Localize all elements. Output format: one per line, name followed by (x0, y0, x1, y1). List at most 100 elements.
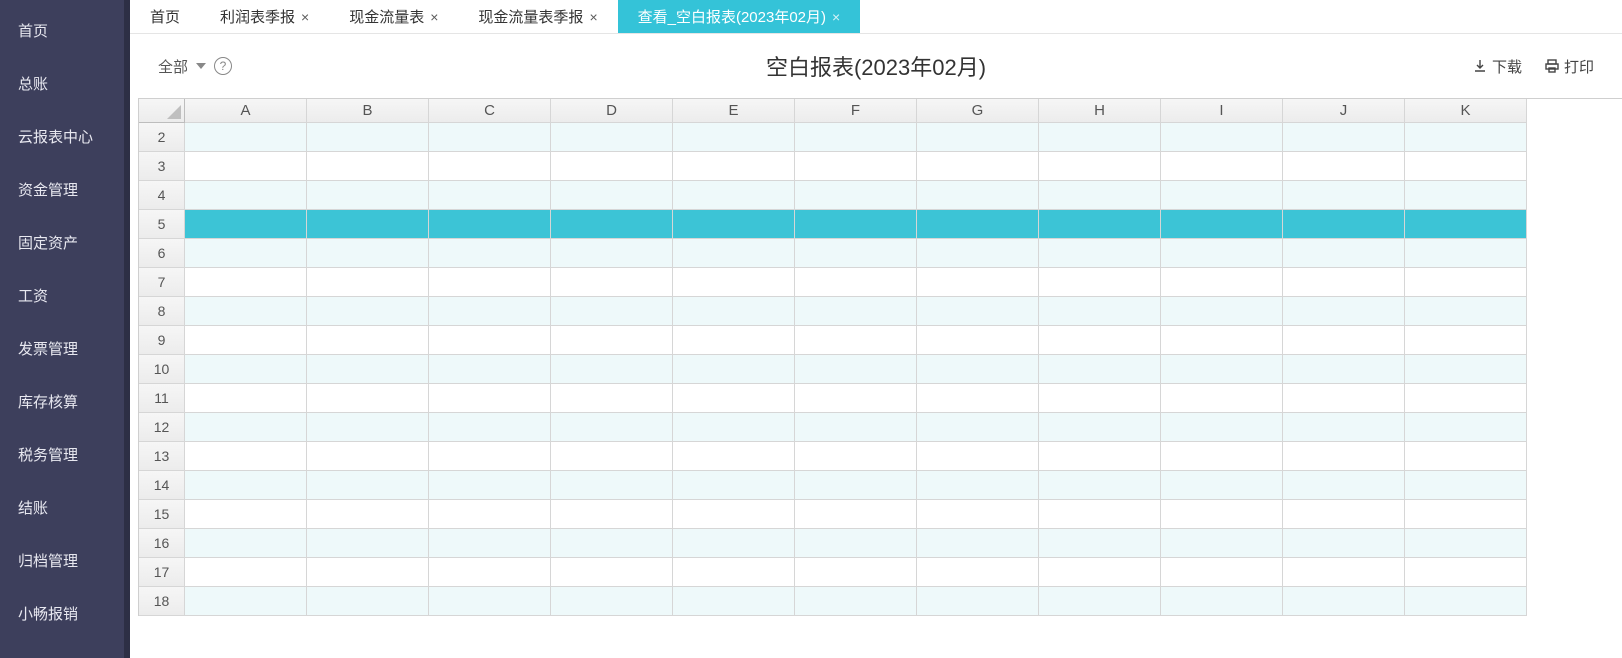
cell[interactable] (185, 123, 307, 152)
row-header[interactable]: 11 (139, 384, 185, 413)
cell[interactable] (307, 152, 429, 181)
cell[interactable] (673, 355, 795, 384)
cell[interactable] (1161, 181, 1283, 210)
cell[interactable] (1405, 210, 1527, 239)
sidebar-item[interactable]: 总账 (0, 57, 130, 110)
cell[interactable] (795, 326, 917, 355)
cell[interactable] (1405, 529, 1527, 558)
cell[interactable] (795, 268, 917, 297)
cell[interactable] (1283, 442, 1405, 471)
cell[interactable] (1039, 587, 1161, 616)
close-icon[interactable]: × (589, 9, 597, 25)
column-header[interactable]: J (1283, 99, 1405, 123)
cell[interactable] (1161, 384, 1283, 413)
cell[interactable] (1161, 152, 1283, 181)
sidebar-item[interactable]: 税务管理 (0, 428, 130, 481)
cell[interactable] (429, 181, 551, 210)
cell[interactable] (307, 471, 429, 500)
cell[interactable] (1039, 123, 1161, 152)
cell[interactable] (551, 210, 673, 239)
cell[interactable] (795, 413, 917, 442)
cell[interactable] (429, 123, 551, 152)
cell[interactable] (1405, 355, 1527, 384)
cell[interactable] (185, 268, 307, 297)
cell[interactable] (795, 587, 917, 616)
cell[interactable] (307, 558, 429, 587)
cell[interactable] (551, 123, 673, 152)
cell[interactable] (1405, 500, 1527, 529)
cell[interactable] (1283, 558, 1405, 587)
cell[interactable] (1161, 297, 1283, 326)
sidebar-item[interactable]: 工资 (0, 269, 130, 322)
cell[interactable] (551, 152, 673, 181)
cell[interactable] (1405, 268, 1527, 297)
cell[interactable] (429, 355, 551, 384)
cell[interactable] (795, 210, 917, 239)
cell[interactable] (795, 384, 917, 413)
cell[interactable] (307, 268, 429, 297)
cell[interactable] (1405, 297, 1527, 326)
cell[interactable] (1405, 558, 1527, 587)
cell[interactable] (673, 123, 795, 152)
cell[interactable] (917, 268, 1039, 297)
cell[interactable] (1039, 355, 1161, 384)
cell[interactable] (429, 442, 551, 471)
cell[interactable] (673, 152, 795, 181)
cell[interactable] (917, 442, 1039, 471)
cell[interactable] (1283, 413, 1405, 442)
tab[interactable]: 现金流量表季报× (458, 0, 617, 33)
cell[interactable] (917, 413, 1039, 442)
cell[interactable] (307, 355, 429, 384)
cell[interactable] (1039, 152, 1161, 181)
sidebar-item[interactable]: 归档管理 (0, 534, 130, 587)
cell[interactable] (551, 239, 673, 268)
cell[interactable] (1283, 152, 1405, 181)
close-icon[interactable]: × (832, 9, 840, 25)
column-header[interactable]: K (1405, 99, 1527, 123)
cell[interactable] (673, 239, 795, 268)
row-header[interactable]: 14 (139, 471, 185, 500)
cell[interactable] (917, 471, 1039, 500)
cell[interactable] (917, 587, 1039, 616)
cell[interactable] (1283, 210, 1405, 239)
cell[interactable] (185, 442, 307, 471)
cell[interactable] (1405, 413, 1527, 442)
cell[interactable] (673, 268, 795, 297)
cell[interactable] (185, 326, 307, 355)
cell[interactable] (917, 123, 1039, 152)
print-button[interactable]: 打印 (1544, 56, 1594, 77)
cell[interactable] (1161, 558, 1283, 587)
cell[interactable] (307, 326, 429, 355)
cell[interactable] (429, 152, 551, 181)
cell[interactable] (1039, 297, 1161, 326)
cell[interactable] (795, 558, 917, 587)
cell[interactable] (1405, 471, 1527, 500)
column-header[interactable]: F (795, 99, 917, 123)
tab[interactable]: 查看_空白报表(2023年02月)× (618, 0, 861, 33)
cell[interactable] (1161, 529, 1283, 558)
cell[interactable] (307, 239, 429, 268)
cell[interactable] (1161, 123, 1283, 152)
cell[interactable] (795, 442, 917, 471)
cell[interactable] (551, 355, 673, 384)
cell[interactable] (673, 587, 795, 616)
cell[interactable] (307, 413, 429, 442)
cell[interactable] (551, 326, 673, 355)
cell[interactable] (551, 442, 673, 471)
cell[interactable] (1039, 268, 1161, 297)
cell[interactable] (551, 529, 673, 558)
close-icon[interactable]: × (301, 9, 309, 25)
close-icon[interactable]: × (430, 9, 438, 25)
cell[interactable] (429, 500, 551, 529)
cell[interactable] (429, 529, 551, 558)
cell[interactable] (1283, 123, 1405, 152)
cell[interactable] (185, 181, 307, 210)
cell[interactable] (1405, 239, 1527, 268)
cell[interactable] (673, 297, 795, 326)
cell[interactable] (917, 558, 1039, 587)
cell[interactable] (1405, 326, 1527, 355)
row-header[interactable]: 4 (139, 181, 185, 210)
cell[interactable] (551, 181, 673, 210)
cell[interactable] (185, 210, 307, 239)
sidebar-item[interactable]: 结账 (0, 481, 130, 534)
